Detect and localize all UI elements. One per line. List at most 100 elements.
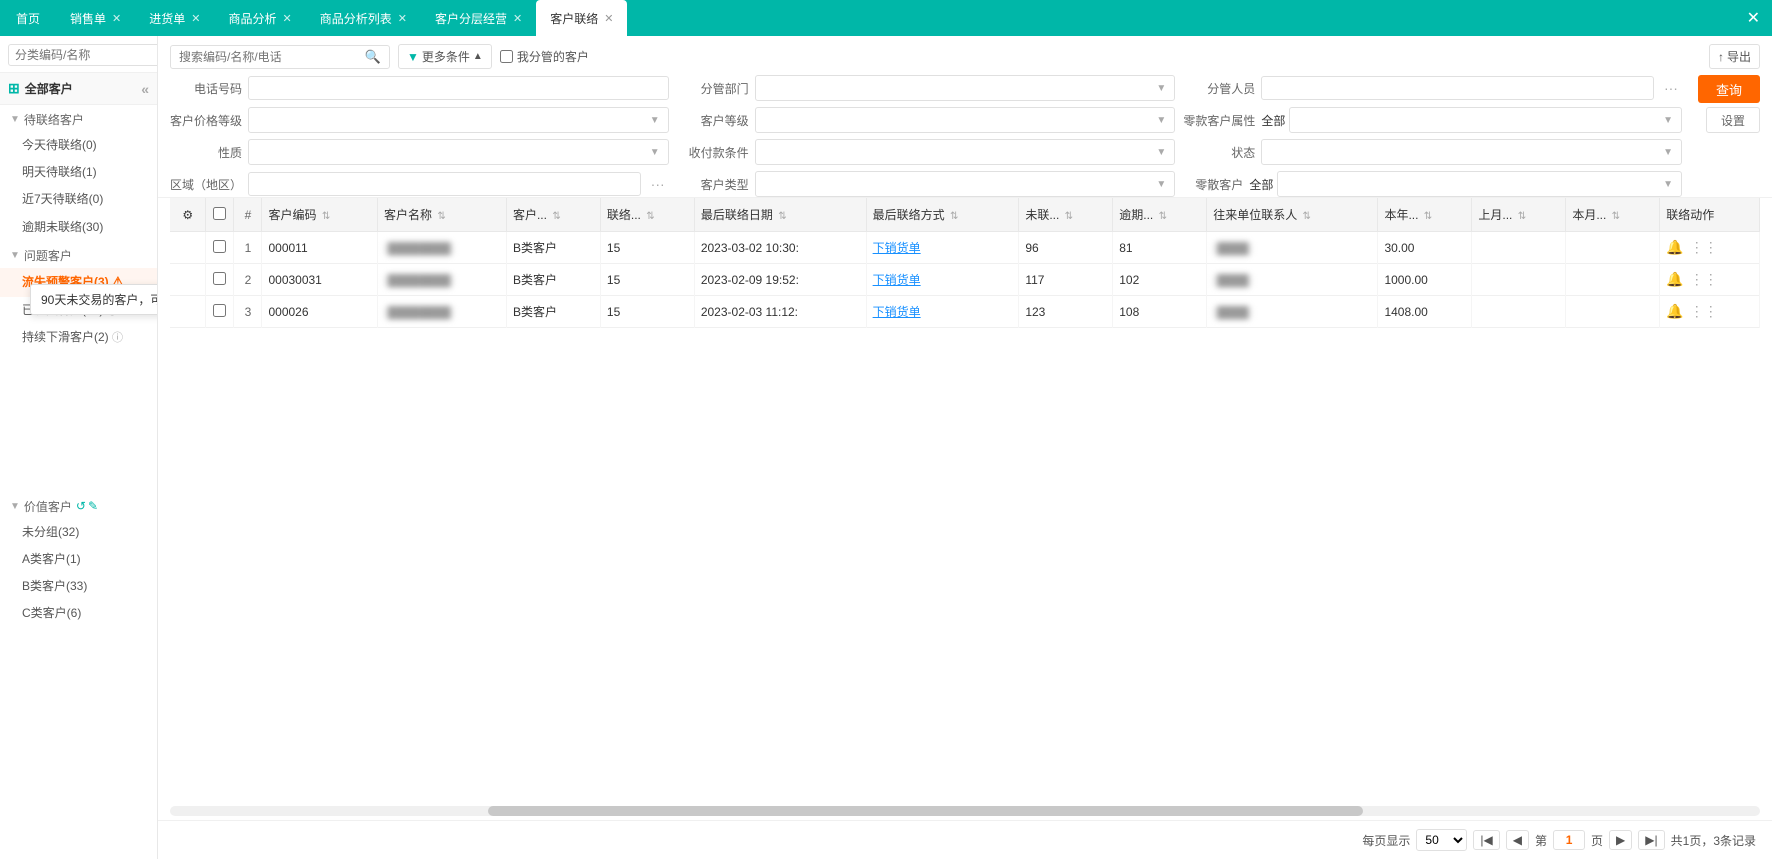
sort-icon-unit-contact[interactable]: ⇅ <box>1303 211 1311 222</box>
sort-icon-last-month[interactable]: ⇅ <box>1518 211 1526 222</box>
sidebar-item-c-class[interactable]: C类客户(6) <box>0 600 157 627</box>
row-this-month <box>1566 232 1660 264</box>
section-value-customers[interactable]: ▼ 价值客户 ↺ ✎ <box>0 492 157 519</box>
sidebar-search-input[interactable] <box>8 44 158 66</box>
sidebar-item-tomorrow-contact[interactable]: 明天待联络(1) <box>0 159 157 186</box>
per-page-select[interactable]: 50 100 <box>1416 829 1467 851</box>
sort-icon-name[interactable]: ⇅ <box>437 211 445 222</box>
price-level-select[interactable]: ▼ <box>248 107 669 133</box>
page-number-input[interactable] <box>1553 830 1585 850</box>
row-last-month <box>1472 296 1566 328</box>
customer-level-select[interactable]: ▼ <box>755 107 1176 133</box>
col-settings[interactable]: ⚙ <box>170 198 206 232</box>
action-contact-icon[interactable]: 🔔 <box>1666 303 1683 320</box>
section-pending-contact[interactable]: ▼ 待联络客户 <box>0 105 157 132</box>
search-input[interactable] <box>179 50 361 64</box>
table-settings-icon[interactable]: ⚙ <box>182 208 193 222</box>
tab-analysis-list[interactable]: 商品分析列表 ✕ <box>306 0 421 36</box>
scrollbar-thumb[interactable] <box>488 806 1363 816</box>
col-overdue: 逾期... ⇅ <box>1113 198 1207 232</box>
tab-purchase[interactable]: 进货单 ✕ <box>135 0 214 36</box>
sort-icon-contact[interactable]: ⇅ <box>646 211 654 222</box>
action-more-icon[interactable]: ⋮⋮ <box>1690 271 1718 288</box>
sort-icon-no-contact[interactable]: ⇅ <box>1065 211 1073 222</box>
row-checkbox[interactable] <box>213 240 226 253</box>
row-last-date: 2023-03-02 10:30: <box>694 232 866 264</box>
tab-analysis-close[interactable]: ✕ <box>283 12 292 25</box>
last-page-button[interactable]: ▶| <box>1638 830 1664 850</box>
tab-purchase-close[interactable]: ✕ <box>191 12 200 25</box>
sort-icon-this-month[interactable]: ⇅ <box>1612 211 1620 222</box>
next-page-button[interactable]: ▶ <box>1609 830 1632 850</box>
sidebar-item-declining[interactable]: 持续下滑客户(2) ⓘ <box>0 324 157 352</box>
region-dots-icon[interactable]: ··· <box>647 176 669 192</box>
sidebar-item-b-class[interactable]: B类客户(33) <box>0 573 157 600</box>
export-button[interactable]: ↑ 导出 <box>1709 44 1760 69</box>
tab-customer-tier[interactable]: 客户分层经营 ✕ <box>421 0 536 36</box>
sort-icon-last-date[interactable]: ⇅ <box>778 211 786 222</box>
section-at-risk[interactable]: ▼ 问题客户 <box>0 241 157 268</box>
sort-icon-last-method[interactable]: ⇅ <box>950 211 958 222</box>
zero-customer-select[interactable]: ▼ <box>1277 171 1682 197</box>
row-this-month <box>1566 264 1660 296</box>
col-action: 联络动作 <box>1660 198 1760 232</box>
table-header-row: ⚙ # 客户编码 ⇅ 客户名称 ⇅ <box>170 198 1760 232</box>
row-overdue: 102 <box>1113 264 1207 296</box>
all-customers-header[interactable]: ⊞ 全部客户 « <box>0 73 157 105</box>
row-last-method[interactable]: 下销货单 <box>866 296 1019 328</box>
sidebar-item-today-contact[interactable]: 今天待联络(0) <box>0 132 157 159</box>
manager-input[interactable] <box>1261 76 1654 100</box>
window-close-button[interactable]: ✕ <box>1747 8 1772 28</box>
row-num: 2 <box>234 264 262 296</box>
action-contact-icon[interactable]: 🔔 <box>1666 239 1683 256</box>
status-select[interactable]: ▼ <box>1261 139 1682 165</box>
row-checkbox[interactable] <box>213 272 226 285</box>
row-last-method[interactable]: 下销货单 <box>866 264 1019 296</box>
blurred-name: ████████ <box>384 275 454 287</box>
prev-page-button[interactable]: ◀ <box>1506 830 1529 850</box>
action-more-icon[interactable]: ⋮⋮ <box>1690 239 1718 256</box>
settings-button[interactable]: 设置 <box>1706 107 1760 133</box>
tab-customer-contact-close[interactable]: ✕ <box>604 12 613 25</box>
sort-icon-type[interactable]: ⇅ <box>552 211 560 222</box>
zero-attr-select[interactable]: ▼ <box>1289 107 1682 133</box>
sidebar-item-week-contact[interactable]: 近7天待联络(0) <box>0 186 157 213</box>
query-button[interactable]: 查询 <box>1698 75 1760 103</box>
my-customers-checkbox[interactable] <box>500 50 513 63</box>
payment-select[interactable]: ▼ <box>755 139 1176 165</box>
row-checkbox[interactable] <box>213 304 226 317</box>
sort-icon-code[interactable]: ⇅ <box>322 211 330 222</box>
gender-select[interactable]: ▼ <box>248 139 669 165</box>
manager-dots-icon[interactable]: ··· <box>1660 80 1682 96</box>
col-no-contact: 未联... ⇅ <box>1019 198 1113 232</box>
tab-analysis[interactable]: 商品分析 ✕ <box>214 0 305 36</box>
edit-icon[interactable]: ✎ <box>88 499 98 513</box>
per-page-label: 每页显示 <box>1362 832 1410 849</box>
action-contact-icon[interactable]: 🔔 <box>1666 271 1683 288</box>
sidebar-item-ungrouped[interactable]: 未分组(32) <box>0 519 157 546</box>
search-button-icon[interactable]: 🔍 <box>365 49 381 65</box>
region-input[interactable] <box>248 172 641 196</box>
tab-sales-close[interactable]: ✕ <box>112 12 121 25</box>
tab-customer-contact[interactable]: 客户联络 ✕ <box>536 0 627 36</box>
phone-input[interactable] <box>248 76 669 100</box>
collapse-icon[interactable]: « <box>141 81 149 97</box>
tab-home[interactable]: 首页 <box>0 0 56 36</box>
refresh-icon[interactable]: ↺ <box>76 499 86 513</box>
tab-customer-tier-close[interactable]: ✕ <box>513 12 522 25</box>
branch-select[interactable]: ▼ <box>755 75 1176 101</box>
select-all-checkbox[interactable] <box>213 207 226 220</box>
tab-analysis-list-close[interactable]: ✕ <box>398 12 407 25</box>
horizontal-scrollbar[interactable] <box>170 806 1760 816</box>
first-page-button[interactable]: |◀ <box>1473 830 1499 850</box>
sort-icon-overdue[interactable]: ⇅ <box>1159 211 1167 222</box>
row-last-method[interactable]: 下销货单 <box>866 232 1019 264</box>
more-filter-button[interactable]: ▼ 更多条件 ▲ <box>398 44 492 69</box>
tab-sales[interactable]: 销售单 ✕ <box>56 0 135 36</box>
sort-icon-this-year[interactable]: ⇅ <box>1424 211 1432 222</box>
page-label: 第 <box>1535 832 1547 849</box>
action-more-icon[interactable]: ⋮⋮ <box>1690 303 1718 320</box>
customer-type-select[interactable]: ▼ <box>755 171 1176 197</box>
sidebar-item-overdue-contact[interactable]: 逾期未联络(30) <box>0 214 157 241</box>
sidebar-item-a-class[interactable]: A类客户(1) <box>0 546 157 573</box>
